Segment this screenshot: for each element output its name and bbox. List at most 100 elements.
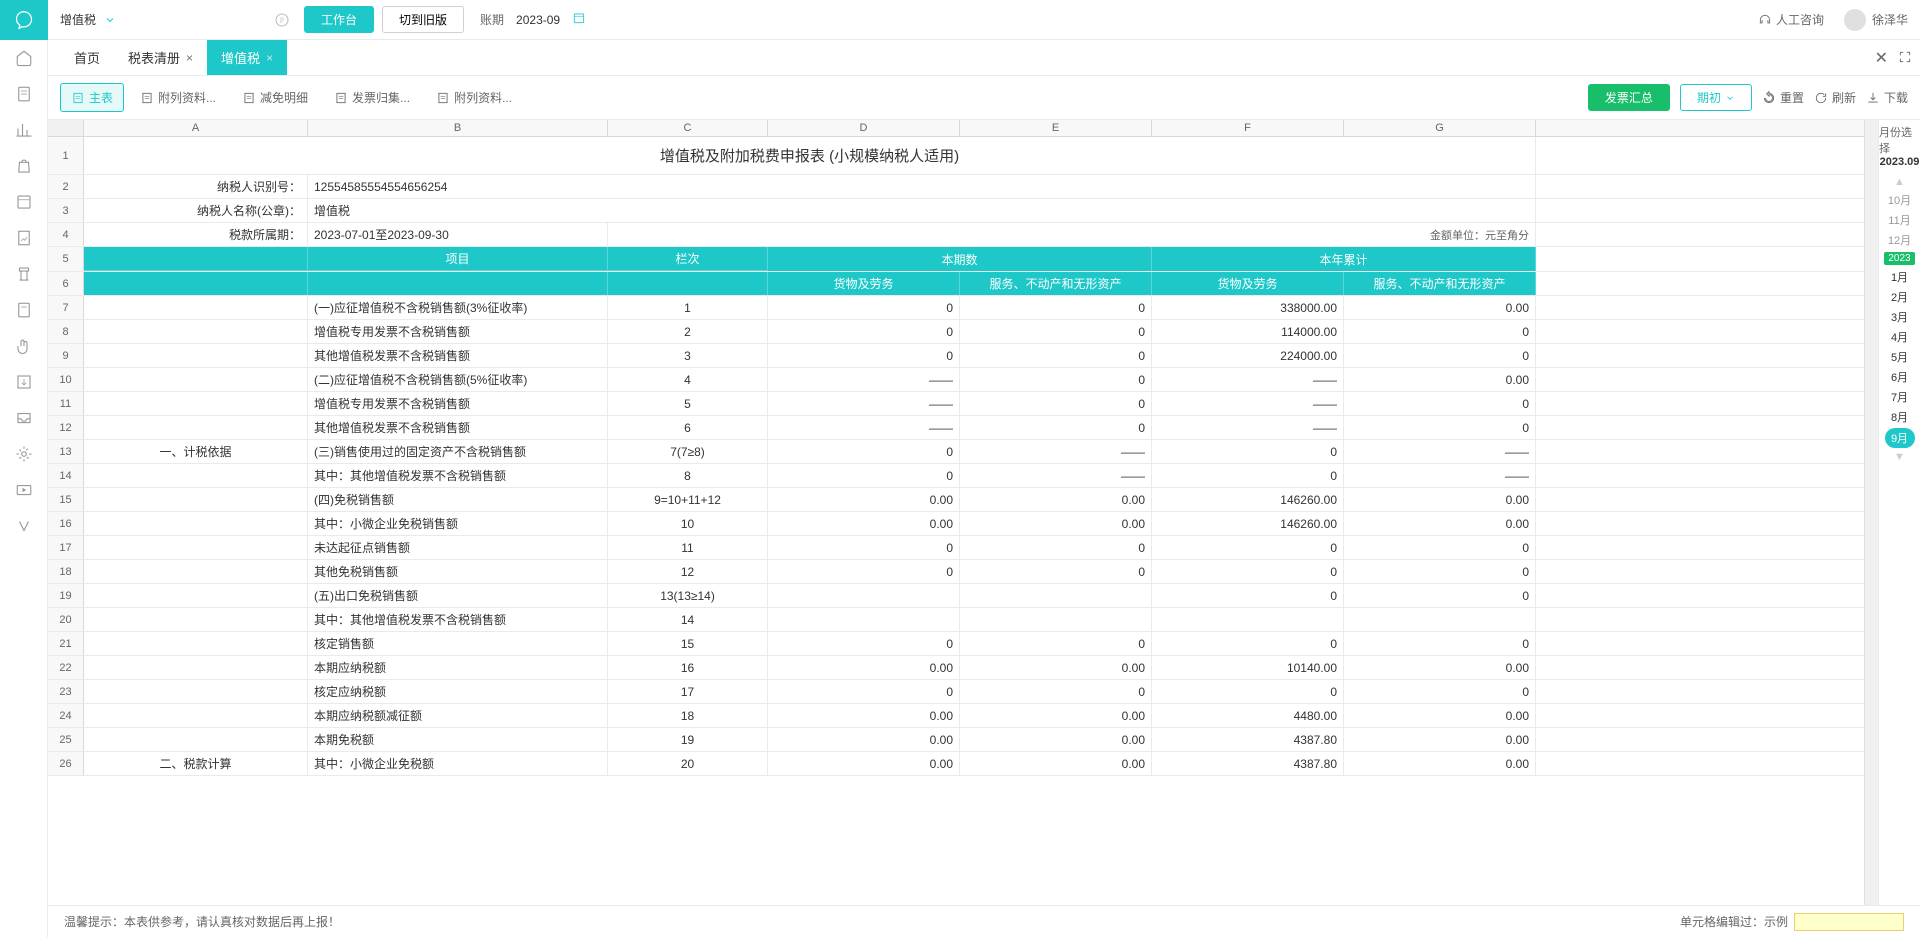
cell[interactable]: 0 bbox=[1152, 440, 1344, 463]
cell[interactable]: 0.00 bbox=[960, 728, 1152, 751]
spreadsheet[interactable]: A B C D E F G 1增值税及附加税费申报表 (小规模纳税人适用)2纳税… bbox=[48, 120, 1864, 905]
row-header[interactable]: 4 bbox=[48, 223, 84, 246]
close-all-icon[interactable]: ✕ bbox=[1875, 48, 1888, 68]
cell[interactable]: 15 bbox=[608, 632, 768, 655]
cell[interactable]: 0 bbox=[768, 296, 960, 319]
cell[interactable]: 0.00 bbox=[1344, 752, 1536, 775]
cell[interactable] bbox=[1344, 608, 1536, 631]
cell[interactable]: 9=10+11+12 bbox=[608, 488, 768, 511]
cell[interactable]: 0 bbox=[768, 464, 960, 487]
calendar-icon[interactable] bbox=[572, 11, 586, 28]
nav-video[interactable] bbox=[0, 472, 48, 508]
col-header[interactable]: F bbox=[1152, 120, 1344, 136]
cell[interactable]: 0.00 bbox=[1344, 728, 1536, 751]
user-menu[interactable]: 徐泽华 bbox=[1844, 9, 1908, 31]
cell[interactable]: 0.00 bbox=[960, 488, 1152, 511]
sheet-tab[interactable]: 附列资料... bbox=[130, 83, 226, 112]
cell[interactable]: 0 bbox=[1344, 392, 1536, 415]
sheet-tab[interactable]: 发票归集... bbox=[324, 83, 420, 112]
cell[interactable]: —— bbox=[1152, 392, 1344, 415]
period-value[interactable]: 2023-09 bbox=[516, 13, 560, 27]
cell[interactable]: 0 bbox=[1344, 560, 1536, 583]
cell[interactable]: 增值税专用发票不含税销售额 bbox=[308, 320, 608, 343]
sheet-tab[interactable]: 附列资料... bbox=[426, 83, 522, 112]
cell[interactable]: 0 bbox=[768, 344, 960, 367]
refresh-link[interactable]: 刷新 bbox=[1814, 89, 1856, 106]
cell[interactable]: 146260.00 bbox=[1152, 512, 1344, 535]
cell[interactable] bbox=[960, 584, 1152, 607]
cell[interactable]: 核定销售额 bbox=[308, 632, 608, 655]
month-item[interactable]: 12月 bbox=[1888, 230, 1911, 250]
cell[interactable]: 0 bbox=[1152, 584, 1344, 607]
page-tab[interactable]: 首页 bbox=[60, 40, 114, 75]
cell[interactable]: 0.00 bbox=[768, 656, 960, 679]
cell[interactable]: 0.00 bbox=[768, 704, 960, 727]
nav-doc[interactable] bbox=[0, 76, 48, 112]
cell[interactable]: (四)免税销售额 bbox=[308, 488, 608, 511]
cell[interactable]: —— bbox=[1152, 416, 1344, 439]
cell[interactable]: 0 bbox=[960, 344, 1152, 367]
cell[interactable]: —— bbox=[768, 416, 960, 439]
prev-arrow-icon[interactable]: ▲ bbox=[1894, 176, 1905, 188]
nav-settings[interactable] bbox=[0, 436, 48, 472]
month-item[interactable]: 3月 bbox=[1891, 307, 1908, 327]
select-all-corner[interactable] bbox=[48, 120, 84, 136]
cell[interactable]: (五)出口免税销售额 bbox=[308, 584, 608, 607]
cell[interactable]: 0 bbox=[960, 320, 1152, 343]
cell[interactable]: 0 bbox=[960, 416, 1152, 439]
cell[interactable]: 0.00 bbox=[1344, 368, 1536, 391]
next-arrow-icon[interactable]: ▼ bbox=[1894, 451, 1905, 463]
support-link[interactable]: 人工咨询 bbox=[1758, 11, 1824, 28]
cell[interactable]: 12 bbox=[608, 560, 768, 583]
month-item[interactable]: 7月 bbox=[1891, 387, 1908, 407]
cell[interactable]: 未达起征点销售额 bbox=[308, 536, 608, 559]
cell[interactable]: 0 bbox=[960, 368, 1152, 391]
month-item[interactable]: 11月 bbox=[1888, 210, 1911, 230]
nav-hand[interactable] bbox=[0, 328, 48, 364]
cell[interactable]: 1 bbox=[608, 296, 768, 319]
download-link[interactable]: 下载 bbox=[1866, 89, 1908, 106]
cell[interactable]: 16 bbox=[608, 656, 768, 679]
cell[interactable]: 0 bbox=[1344, 584, 1536, 607]
cell[interactable]: 13(13≥14) bbox=[608, 584, 768, 607]
month-item[interactable]: 6月 bbox=[1891, 367, 1908, 387]
cell[interactable]: 0 bbox=[1344, 320, 1536, 343]
cell[interactable]: 0.00 bbox=[1344, 512, 1536, 535]
cell[interactable]: 其中：小微企业免税销售额 bbox=[308, 512, 608, 535]
cell[interactable]: 14 bbox=[608, 608, 768, 631]
cell[interactable]: 其他增值税发票不含税销售额 bbox=[308, 344, 608, 367]
cell[interactable]: 0 bbox=[1344, 680, 1536, 703]
cell[interactable]: 0.00 bbox=[1344, 704, 1536, 727]
cell[interactable]: 其中：小微企业免税额 bbox=[308, 752, 608, 775]
cell[interactable]: 20 bbox=[608, 752, 768, 775]
cell[interactable]: 0 bbox=[768, 560, 960, 583]
cell[interactable]: 其他增值税发票不含税销售额 bbox=[308, 416, 608, 439]
row-header[interactable]: 1 bbox=[48, 137, 84, 174]
cell[interactable]: 本期免税额 bbox=[308, 728, 608, 751]
cell[interactable]: 0 bbox=[1344, 536, 1536, 559]
cell[interactable]: 4387.80 bbox=[1152, 728, 1344, 751]
cell[interactable]: —— bbox=[960, 464, 1152, 487]
col-header[interactable]: E bbox=[960, 120, 1152, 136]
cell[interactable]: 17 bbox=[608, 680, 768, 703]
month-item-active[interactable]: 9月 bbox=[1885, 428, 1915, 448]
cell[interactable] bbox=[768, 584, 960, 607]
row-header[interactable]: 3 bbox=[48, 199, 84, 222]
cell[interactable]: 6 bbox=[608, 416, 768, 439]
cell[interactable] bbox=[1152, 608, 1344, 631]
cell[interactable]: 0 bbox=[768, 680, 960, 703]
cell[interactable]: 19 bbox=[608, 728, 768, 751]
nav-inbox[interactable] bbox=[0, 400, 48, 436]
cell[interactable]: 0 bbox=[960, 632, 1152, 655]
cell[interactable]: 本期应纳税额减征额 bbox=[308, 704, 608, 727]
cell[interactable]: 其中：其他增值税发票不含税销售额 bbox=[308, 608, 608, 631]
cell[interactable]: 11 bbox=[608, 536, 768, 559]
cell[interactable]: 0 bbox=[768, 320, 960, 343]
cell[interactable]: 0.00 bbox=[768, 752, 960, 775]
cell[interactable]: 0.00 bbox=[1344, 296, 1536, 319]
cell[interactable]: 0 bbox=[1152, 680, 1344, 703]
cell[interactable]: 其中：其他增值税发票不含税销售额 bbox=[308, 464, 608, 487]
cell[interactable] bbox=[960, 608, 1152, 631]
workbench-button[interactable]: 工作台 bbox=[304, 6, 374, 33]
cell[interactable]: (二)应征增值税不含税销售额(5%征收率) bbox=[308, 368, 608, 391]
